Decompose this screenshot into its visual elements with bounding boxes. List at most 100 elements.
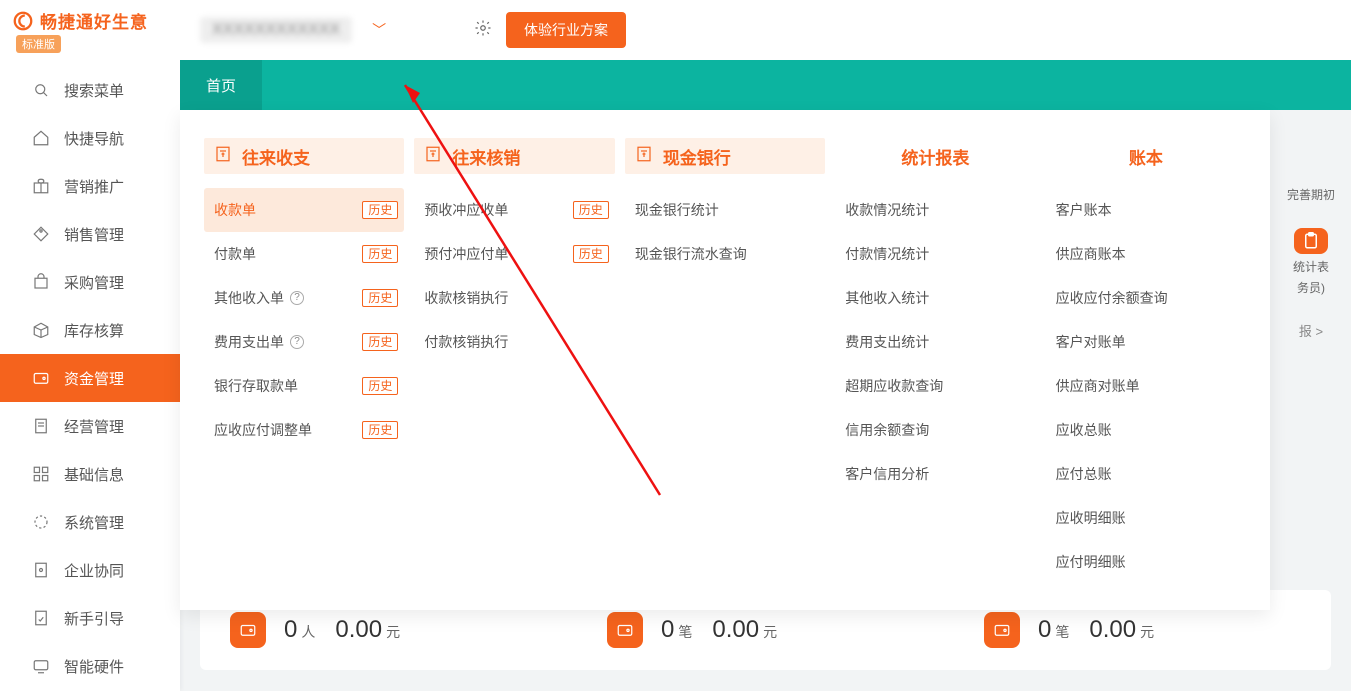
right-rail-more[interactable]: 报 > [1271,296,1351,364]
mega-item[interactable]: 应收明细账 [1046,496,1246,540]
mega-item[interactable]: 现金银行统计 [625,188,825,232]
sidebar-item-doc[interactable]: 经营管理 [0,402,180,450]
wallet-icon [32,369,50,387]
mega-item[interactable]: 费用支出单? 历史 [204,320,404,364]
stat-values: 0笔0.00元 [1038,616,1154,644]
stat-card[interactable]: 0笔0.00元 [607,612,924,648]
stat-amount-unit: 元 [386,622,400,642]
stat-count: 0 [661,616,674,644]
history-button[interactable]: 历史 [573,245,609,263]
search-icon [32,81,50,99]
sidebar-item-grid[interactable]: 基础信息 [0,450,180,498]
stat-icon [607,612,643,648]
history-button[interactable]: 历史 [362,421,398,439]
sidebar-item-tv[interactable]: 智能硬件 [0,642,180,690]
tag-icon [32,225,50,243]
sidebar-item-label: 新手引导 [64,608,124,629]
mega-item[interactable]: 收款核销执行 [414,276,614,320]
right-rail-hint[interactable]: 完善期初 [1271,160,1351,228]
history-button[interactable]: 历史 [573,201,609,219]
stat-card[interactable]: 0人0.00元 [230,612,547,648]
sidebar-item-label: 系统管理 [64,512,124,533]
grid-icon [32,465,50,483]
mega-item[interactable]: 供应商对账单 [1046,364,1246,408]
sidebar-item-guide[interactable]: 新手引导 [0,594,180,642]
mega-item-label: 费用支出统计 [845,332,929,352]
history-button[interactable]: 历史 [362,201,398,219]
mega-item[interactable]: 供应商账本 [1046,232,1246,276]
history-button[interactable]: 历史 [362,333,398,351]
mega-item-label: 超期应收款查询 [845,376,943,396]
mega-item[interactable]: 其他收入单?历史 [204,276,404,320]
sidebar-item-label: 库存核算 [64,320,124,341]
mega-item[interactable]: 客户信用分析 [835,452,1035,496]
mega-col-title: 往来核销 [452,144,520,169]
mega-item[interactable]: 客户账本 [1046,188,1246,232]
mega-item-label: 付款情况统计 [845,244,929,264]
mega-item-label: 付款核销执行 [424,332,508,352]
sidebar-item-gift[interactable]: 营销推广 [0,162,180,210]
org-name-blurred: XXXXXXXXXXXX [200,17,352,43]
mega-col-4: 账本客户账本供应商账本应收应付余额查询客户对账单供应商对账单应收总账应付总账应收… [1046,138,1246,582]
sidebar-item-label: 营销推广 [64,176,124,197]
mega-item-label: 其他收入统计 [845,288,929,308]
stat-amount-unit: 元 [763,622,777,642]
mega-item-label: 应收明细账 [1056,508,1126,528]
mega-item[interactable]: 其他收入统计 [835,276,1035,320]
mega-item[interactable]: 超期应收款查询 [835,364,1035,408]
history-button[interactable]: 历史 [362,245,398,263]
org-selector[interactable]: XXXXXXXXXXXX ﹀ [200,12,460,48]
industry-plan-button[interactable]: 体验行业方案 [506,12,626,48]
mega-item[interactable]: 费用支出统计 [835,320,1035,364]
mega-item[interactable]: 应付明细账 [1046,540,1246,584]
sidebar-item-label: 基础信息 [64,464,124,485]
gear-icon[interactable] [474,19,492,42]
sidebar-item-wallet[interactable]: 资金管理 [0,354,180,402]
sidebar-item-label: 快捷导航 [64,128,124,149]
mega-item[interactable]: 付款核销执行 [414,320,614,364]
mega-item[interactable]: 应收总账 [1046,408,1246,452]
help-icon[interactable]: ? [290,335,304,349]
mega-item[interactable]: 信用余额查询 [835,408,1035,452]
mega-item-label: 费用支出单 [214,332,284,352]
mega-item[interactable]: 付款单历史 [204,232,404,276]
history-button[interactable]: 历史 [362,377,398,395]
mega-item[interactable]: 应收应付调整单历史 [204,408,404,452]
sidebar-item-share[interactable]: 企业协同 [0,546,180,594]
mega-col-title: 往来收支 [242,144,310,169]
sidebar-item-box[interactable]: 库存核算 [0,306,180,354]
mega-col-title: 账本 [1129,144,1163,169]
mega-item[interactable]: 现金银行流水查询 [625,232,825,276]
help-icon[interactable]: ? [290,291,304,305]
sidebar-item-label: 采购管理 [64,272,124,293]
stat-card[interactable]: 0笔0.00元 [984,612,1301,648]
right-rail-stat-label-b: 务员) [1297,279,1325,296]
mega-item[interactable]: 预收冲应收单历史 [414,188,614,232]
mega-item[interactable]: 预付冲应付单历史 [414,232,614,276]
right-rail-hint-label: 完善期初 [1287,186,1335,203]
mega-item[interactable]: 收款情况统计 [835,188,1035,232]
chevron-down-icon: ﹀ [372,20,386,40]
mega-item-label: 客户对账单 [1056,332,1126,352]
mega-col-3: 统计报表收款情况统计付款情况统计其他收入统计费用支出统计超期应收款查询信用余额查… [835,138,1035,582]
history-button[interactable]: 历史 [362,289,398,307]
tab-home[interactable]: 首页 [180,60,262,110]
mega-item[interactable]: 收款单历史 [204,188,404,232]
mega-item-label: 应收应付余额查询 [1056,288,1168,308]
right-rail-stat[interactable]: 统计表 务员) [1271,228,1351,296]
mega-item[interactable]: 应付总账 [1046,452,1246,496]
doc-icon [32,417,50,435]
mega-item[interactable]: 付款情况统计 [835,232,1035,276]
gift-icon [32,177,50,195]
bill-icon [635,145,653,168]
mega-item[interactable]: 客户对账单 [1046,320,1246,364]
sidebar-menu: 搜索菜单快捷导航营销推广销售管理采购管理库存核算资金管理经营管理基础信息系统管理… [0,66,180,690]
mega-item[interactable]: 银行存取款单历史 [204,364,404,408]
mega-item[interactable]: 应收应付余额查询 [1046,276,1246,320]
sidebar-item-home[interactable]: 快捷导航 [0,114,180,162]
stat-values: 0笔0.00元 [661,616,777,644]
sidebar-item-tag[interactable]: 销售管理 [0,210,180,258]
sidebar-item-cart[interactable]: 采购管理 [0,258,180,306]
sidebar-item-search[interactable]: 搜索菜单 [0,66,180,114]
sidebar-item-cycle[interactable]: 系统管理 [0,498,180,546]
